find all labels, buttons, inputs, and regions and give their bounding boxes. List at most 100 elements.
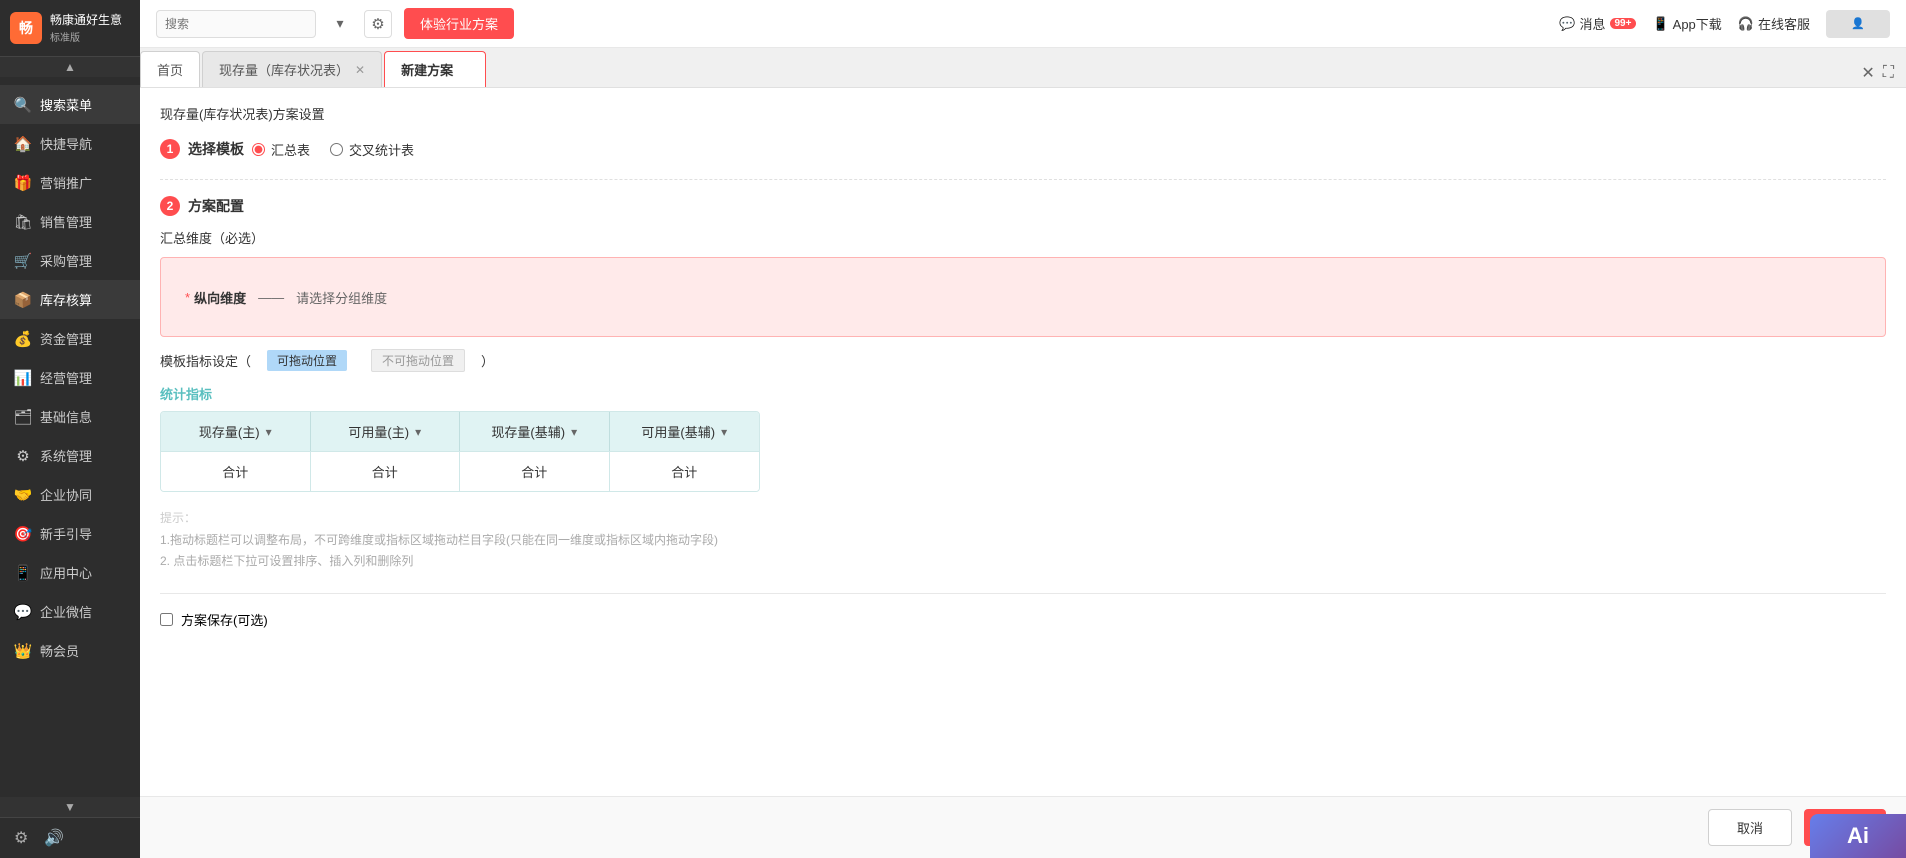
footer-buttons: 取消 查询 <box>140 796 1906 858</box>
app-version: 标准版 <box>50 29 122 44</box>
gear-icon: ⚙ <box>14 447 32 465</box>
message-button[interactable]: 💬 消息 99+ <box>1559 14 1636 33</box>
sidebar-item-system[interactable]: ⚙ 系统管理 <box>0 436 140 475</box>
tab-inventory[interactable]: 现存量（库存状况表） ✕ <box>202 51 382 87</box>
radio-summary-input[interactable] <box>252 143 265 156</box>
radio-cross-input[interactable] <box>330 143 343 156</box>
stats-header-cell-2[interactable]: 可用量(主) ▾ <box>311 412 461 451</box>
content-inner: 现存量(库存状况表)方案设置 1 选择模板 汇总表 交叉统计表 <box>140 88 1906 796</box>
sidebar-item-inventory[interactable]: 📦 库存核算 <box>0 280 140 319</box>
sidebar-item-marketing[interactable]: 🎁 营销推广 <box>0 163 140 202</box>
stats-header-cell-4[interactable]: 可用量(基辅) ▾ <box>610 412 760 451</box>
dropdown-button[interactable]: ▾ <box>328 12 352 36</box>
dim-separator: —— <box>258 290 284 305</box>
search-input[interactable] <box>156 10 316 38</box>
expand-button[interactable]: ⛶ <box>1883 64 1894 82</box>
sidebar-item-guide[interactable]: 🎯 新手引导 <box>0 514 140 553</box>
box-icon: 📦 <box>14 291 32 309</box>
section-plan-config: 2 方案配置 汇总维度（必选） * 纵向维度 —— 请选择分组维度 模板指标设定… <box>160 196 1886 573</box>
sidebar-item-label: 快捷导航 <box>40 134 92 153</box>
sidebar-item-label: 企业协同 <box>40 485 92 504</box>
section1-title: 选择模板 <box>188 139 244 159</box>
tab-new-plan[interactable]: 新建方案 ✕ <box>384 51 486 87</box>
stats-header-cell-3[interactable]: 现存量(基辅) ▾ <box>460 412 610 451</box>
stats-body-cell-1: 合计 <box>161 451 311 491</box>
sidebar-item-search[interactable]: 🔍 搜索菜单 <box>0 85 140 124</box>
sidebar-item-sales[interactable]: 🛍 销售管理 <box>0 202 140 241</box>
stats-body-cell-3: 合计 <box>460 451 610 491</box>
stats-col4-label: 可用量(基辅) <box>641 422 715 441</box>
tab-inventory-label: 现存量（库存状况表） <box>219 60 349 79</box>
dim-label: 汇总维度（必选） <box>160 228 1886 247</box>
stats-label: 统计指标 <box>160 384 1886 403</box>
message-label: 消息 <box>1579 14 1605 33</box>
dim-placeholder[interactable]: 请选择分组维度 <box>296 288 387 307</box>
sound-icon[interactable]: 🔊 <box>44 828 64 848</box>
chevron-down-icon[interactable]: ▾ <box>721 425 727 439</box>
sidebar-item-basic[interactable]: 🗂 基础信息 <box>0 397 140 436</box>
sidebar-item-finance[interactable]: 💰 资金管理 <box>0 319 140 358</box>
stats-body-cell-4: 合计 <box>610 451 760 491</box>
tip-1: 1.拖动标题栏可以调整布局，不可跨维度或指标区域拖动栏目字段(只能在同一维度或指… <box>160 530 1886 552</box>
message-badge: 99+ <box>1610 18 1637 29</box>
settings-icon[interactable]: ⚙ <box>14 828 28 848</box>
chevron-down-icon[interactable]: ▾ <box>415 425 421 439</box>
app-name: 畅康通好生意 <box>50 12 122 29</box>
sidebar-item-contract[interactable]: 🤝 企业协同 <box>0 475 140 514</box>
tabbar: 首页 现存量（库存状况表） ✕ 新建方案 ✕ ✕ ⛶ <box>140 48 1906 88</box>
tab-home[interactable]: 首页 <box>140 51 200 87</box>
sidebar-item-operations[interactable]: 📊 经营管理 <box>0 358 140 397</box>
fixed-indicator: 不可拖动位置 <box>371 349 465 372</box>
chevron-down-icon[interactable]: ▾ <box>571 425 577 439</box>
app-download-button[interactable]: 📱 App下载 <box>1652 14 1721 33</box>
radio-summary[interactable]: 汇总表 <box>252 140 310 159</box>
sidebar-item-label: 企业微信 <box>40 602 92 621</box>
user-avatar[interactable]: 👤 <box>1826 10 1890 38</box>
stats-body-cell-2: 合计 <box>311 451 461 491</box>
sidebar-item-label: 经营管理 <box>40 368 92 387</box>
sidebar-item-purchase[interactable]: 🛒 采购管理 <box>0 241 140 280</box>
sidebar-item-quick-nav[interactable]: 🏠 快捷导航 <box>0 124 140 163</box>
tab-new-plan-label: 新建方案 <box>401 60 453 79</box>
sidebar-item-member[interactable]: 👑 畅会员 <box>0 631 140 670</box>
app-download-label: App下载 <box>1673 14 1722 33</box>
sidebar-scroll-up[interactable]: ▲ <box>0 57 140 77</box>
ai-label: Ai <box>1847 823 1869 849</box>
sidebar-item-wechat[interactable]: 💬 企业微信 <box>0 592 140 631</box>
indicator-label-text: 模板指标设定（ <box>160 351 251 370</box>
section1-header: 1 选择模板 汇总表 交叉统计表 <box>160 139 1886 159</box>
section-choose-template: 1 选择模板 汇总表 交叉统计表 <box>160 139 1886 159</box>
sidebar-scroll-down[interactable]: ▼ <box>0 797 140 817</box>
indicator-suffix-text: ） <box>481 351 494 370</box>
search-icon: 🔍 <box>14 96 32 114</box>
home-icon: 🏠 <box>14 135 32 153</box>
tabbar-controls: ✕ ⛶ <box>1861 63 1906 87</box>
save-checkbox[interactable] <box>160 613 173 626</box>
section2-title: 方案配置 <box>188 196 244 216</box>
tips-area: 提示： 1.拖动标题栏可以调整布局，不可跨维度或指标区域拖动栏目字段(只能在同一… <box>160 508 1886 573</box>
radio-cross-label: 交叉统计表 <box>349 140 414 159</box>
tab-home-label: 首页 <box>157 60 183 79</box>
trial-button[interactable]: 体验行业方案 <box>404 8 514 39</box>
chevron-down-icon[interactable]: ▾ <box>266 425 272 439</box>
divider1 <box>160 179 1886 180</box>
sidebar-item-label: 应用中心 <box>40 563 92 582</box>
stats-header-cell-1[interactable]: 现存量(主) ▾ <box>161 412 311 451</box>
close-icon[interactable]: ✕ <box>459 63 469 77</box>
cancel-button[interactable]: 取消 <box>1708 809 1792 846</box>
radio-cross[interactable]: 交叉统计表 <box>330 140 414 159</box>
ai-badge[interactable]: Ai <box>1810 814 1906 858</box>
footer-save-row: 方案保存(可选) <box>160 610 1886 629</box>
service-button[interactable]: 🎧 在线客服 <box>1738 14 1810 33</box>
section2-header: 2 方案配置 <box>160 196 1886 216</box>
indicator-row: 模板指标设定（ 可拖动位置 不可拖动位置 ） <box>160 349 1886 372</box>
sidebar-item-label: 库存核算 <box>40 290 92 309</box>
settings-button[interactable]: ⚙ <box>364 10 392 38</box>
required-mark: * <box>185 290 190 305</box>
radio-summary-label: 汇总表 <box>271 140 310 159</box>
member-icon: 👑 <box>14 642 32 660</box>
sidebar-item-apps[interactable]: 📱 应用中心 <box>0 553 140 592</box>
close-icon[interactable]: ✕ <box>355 63 365 77</box>
close-panel-button[interactable]: ✕ <box>1861 63 1874 83</box>
handshake-icon: 🤝 <box>14 486 32 504</box>
